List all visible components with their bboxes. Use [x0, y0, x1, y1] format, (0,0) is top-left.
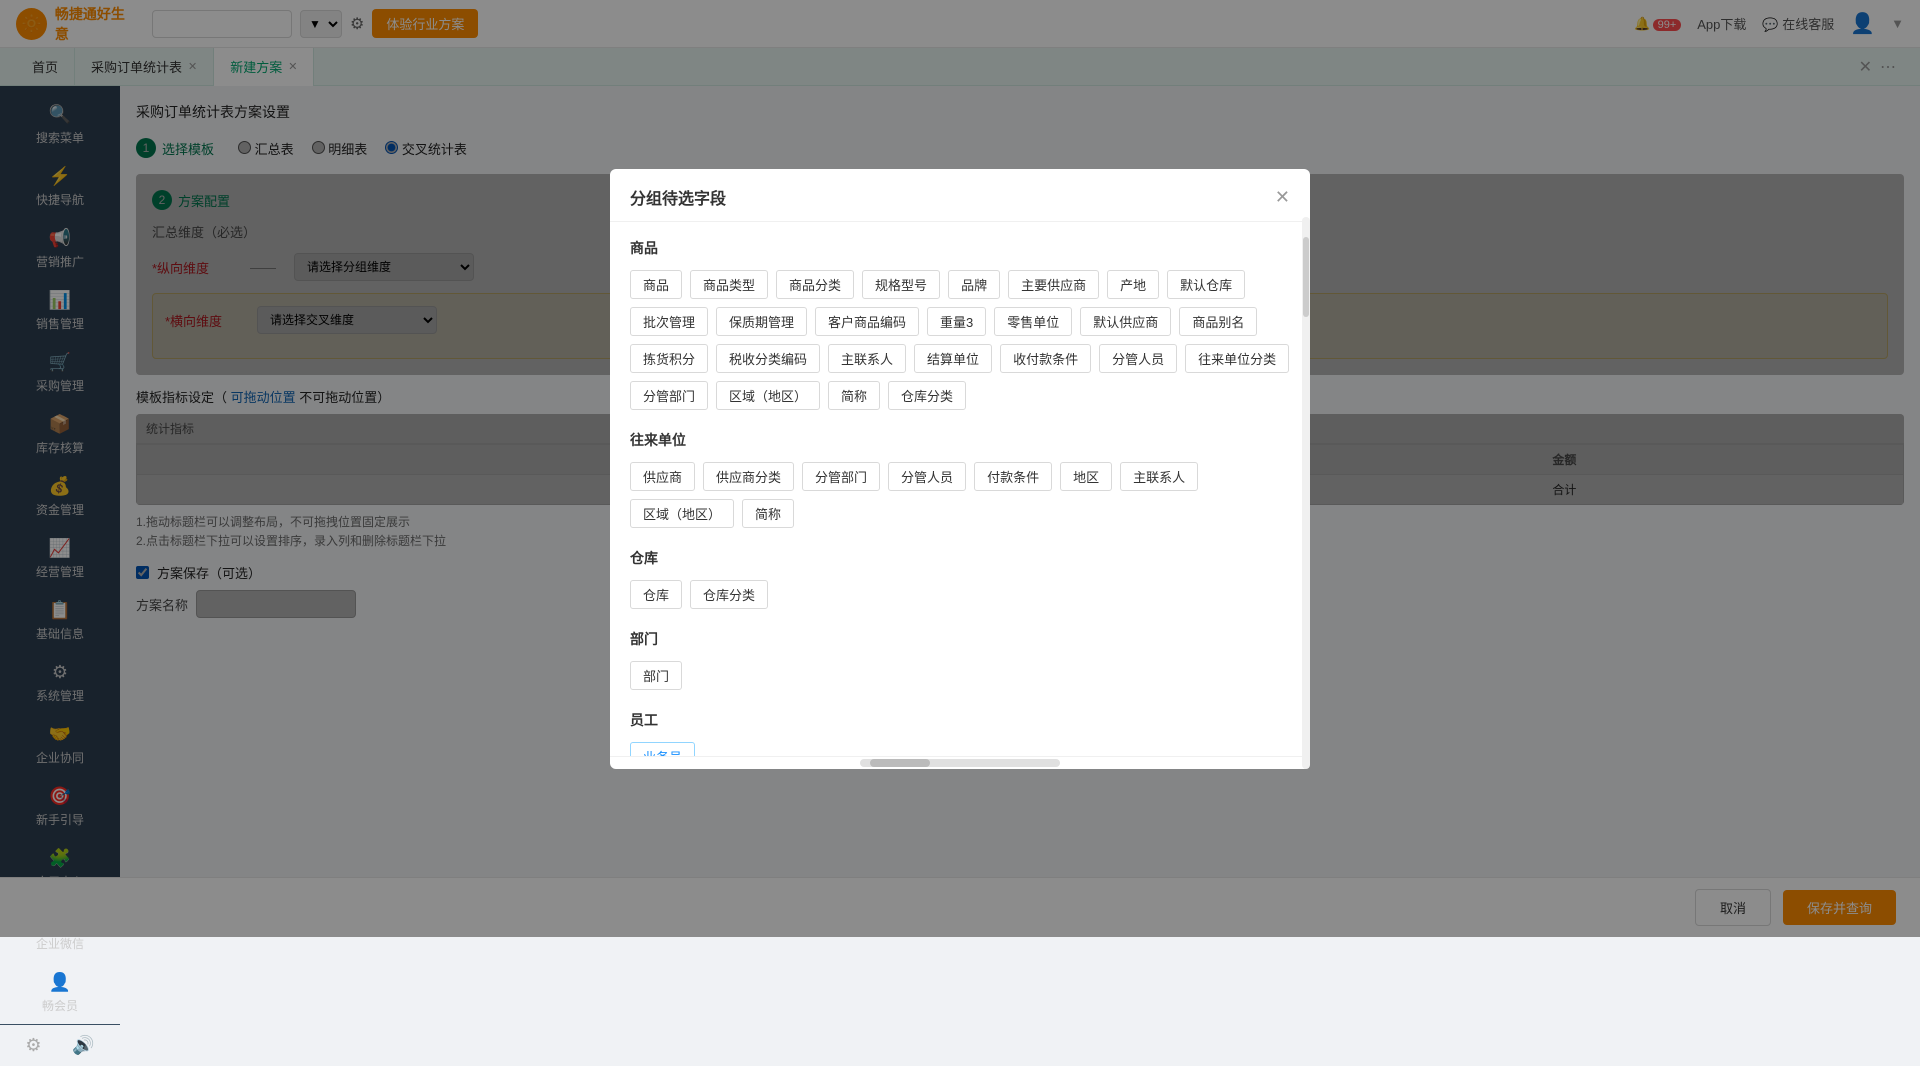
- sidebar-bottom: ⚙ 🔊: [0, 1024, 120, 1066]
- field-tags-employee: 业务员: [630, 742, 1290, 756]
- field-tag-weight3[interactable]: 重量3: [927, 307, 986, 336]
- field-tag-partner-dept[interactable]: 分管部门: [802, 462, 880, 491]
- modal-scrollbar[interactable]: [1302, 217, 1310, 769]
- field-tag-goods-alias[interactable]: 商品别名: [1179, 307, 1257, 336]
- field-tag-manager[interactable]: 分管人员: [1099, 344, 1177, 373]
- field-section-goods-title: 商品: [630, 238, 1290, 258]
- sidebar-item-member-label: 畅会员: [42, 997, 78, 1014]
- field-tag-retail-unit[interactable]: 零售单位: [994, 307, 1072, 336]
- field-section-warehouse: 仓库 仓库 仓库分类: [630, 548, 1290, 609]
- field-tag-brand[interactable]: 品牌: [948, 270, 1000, 299]
- field-section-warehouse-title: 仓库: [630, 548, 1290, 568]
- modal-title: 分组待选字段: [630, 185, 726, 209]
- field-tag-main-supplier[interactable]: 主要供应商: [1008, 270, 1099, 299]
- field-tag-goods-type[interactable]: 商品类型: [690, 270, 768, 299]
- field-tags-warehouse: 仓库 仓库分类: [630, 580, 1290, 609]
- scroll-thumb: [1303, 237, 1309, 317]
- field-tag-salesperson[interactable]: 业务员: [630, 742, 695, 756]
- modal-bottom-scroll: [610, 756, 1310, 769]
- field-section-employee-title: 员工: [630, 710, 1290, 730]
- field-section-partner-title: 往来单位: [630, 430, 1290, 450]
- modal-header: 分组待选字段 ✕: [610, 169, 1310, 222]
- field-tags-partner: 供应商 供应商分类 分管部门 分管人员 付款条件 地区 主联系人 区域（地区） …: [630, 462, 1290, 528]
- field-section-partner: 往来单位 供应商 供应商分类 分管部门 分管人员 付款条件 地区 主联系人 区域…: [630, 430, 1290, 528]
- field-section-department: 部门 部门: [630, 629, 1290, 690]
- field-section-department-title: 部门: [630, 629, 1290, 649]
- field-tag-default-supplier[interactable]: 默认供应商: [1080, 307, 1171, 336]
- field-section-employee: 员工 业务员: [630, 710, 1290, 756]
- field-tag-payment-terms[interactable]: 收付款条件: [1000, 344, 1091, 373]
- member-icon: 👤: [49, 972, 71, 993]
- horizontal-scroll-thumb: [870, 759, 930, 767]
- modal-dialog: 分组待选字段 ✕ 商品 商品 商品类型 商品分类 规格型号 品牌 主要供应商 产…: [610, 169, 1310, 769]
- field-tag-customer-code[interactable]: 客户商品编码: [815, 307, 919, 336]
- field-tags-department: 部门: [630, 661, 1290, 690]
- field-tag-region[interactable]: 区域（地区）: [716, 381, 820, 410]
- sidebar-item-member[interactable]: 👤 畅会员: [0, 962, 120, 1024]
- field-tag-batch-mgmt[interactable]: 批次管理: [630, 307, 708, 336]
- field-tag-goods-category[interactable]: 商品分类: [776, 270, 854, 299]
- field-tag-partner-shortname[interactable]: 简称: [742, 499, 794, 528]
- field-tag-short-name[interactable]: 简称: [828, 381, 880, 410]
- volume-bottom-icon[interactable]: 🔊: [72, 1035, 94, 1056]
- field-tag-partner-contact[interactable]: 主联系人: [1120, 462, 1198, 491]
- field-tag-partner-area[interactable]: 区域（地区）: [630, 499, 734, 528]
- field-tag-tax-code[interactable]: 税收分类编码: [716, 344, 820, 373]
- field-tag-default-warehouse[interactable]: 默认仓库: [1167, 270, 1245, 299]
- field-tag-department[interactable]: 部门: [630, 661, 682, 690]
- field-tag-settlement-unit[interactable]: 结算单位: [914, 344, 992, 373]
- field-tag-main-contact[interactable]: 主联系人: [828, 344, 906, 373]
- field-section-goods: 商品 商品 商品类型 商品分类 规格型号 品牌 主要供应商 产地 默认仓库 批次…: [630, 238, 1290, 410]
- field-tag-partner-manager[interactable]: 分管人员: [888, 462, 966, 491]
- field-tag-goods[interactable]: 商品: [630, 270, 682, 299]
- field-tag-partner-region[interactable]: 地区: [1060, 462, 1112, 491]
- field-tag-warehouse-cat[interactable]: 仓库分类: [690, 580, 768, 609]
- horizontal-scrollbar[interactable]: [860, 759, 1060, 767]
- field-tag-shelf-life[interactable]: 保质期管理: [716, 307, 807, 336]
- sidebar-item-wechat-label: 企业微信: [36, 935, 84, 952]
- field-tag-pick-points[interactable]: 拣货积分: [630, 344, 708, 373]
- modal-body[interactable]: 商品 商品 商品类型 商品分类 规格型号 品牌 主要供应商 产地 默认仓库 批次…: [610, 222, 1310, 756]
- settings-bottom-icon[interactable]: ⚙: [25, 1035, 41, 1056]
- field-tag-origin[interactable]: 产地: [1107, 270, 1159, 299]
- modal-overlay: 分组待选字段 ✕ 商品 商品 商品类型 商品分类 规格型号 品牌 主要供应商 产…: [0, 0, 1920, 937]
- field-tag-warehouse-category[interactable]: 仓库分类: [888, 381, 966, 410]
- field-tag-supplier[interactable]: 供应商: [630, 462, 695, 491]
- modal-close-icon[interactable]: ✕: [1275, 188, 1290, 206]
- field-tag-payment-cond[interactable]: 付款条件: [974, 462, 1052, 491]
- field-tags-goods: 商品 商品类型 商品分类 规格型号 品牌 主要供应商 产地 默认仓库 批次管理 …: [630, 270, 1290, 410]
- field-tag-warehouse[interactable]: 仓库: [630, 580, 682, 609]
- field-tag-supplier-category[interactable]: 供应商分类: [703, 462, 794, 491]
- field-tag-spec[interactable]: 规格型号: [862, 270, 940, 299]
- field-tag-partner-category[interactable]: 往来单位分类: [1185, 344, 1289, 373]
- field-tag-dept[interactable]: 分管部门: [630, 381, 708, 410]
